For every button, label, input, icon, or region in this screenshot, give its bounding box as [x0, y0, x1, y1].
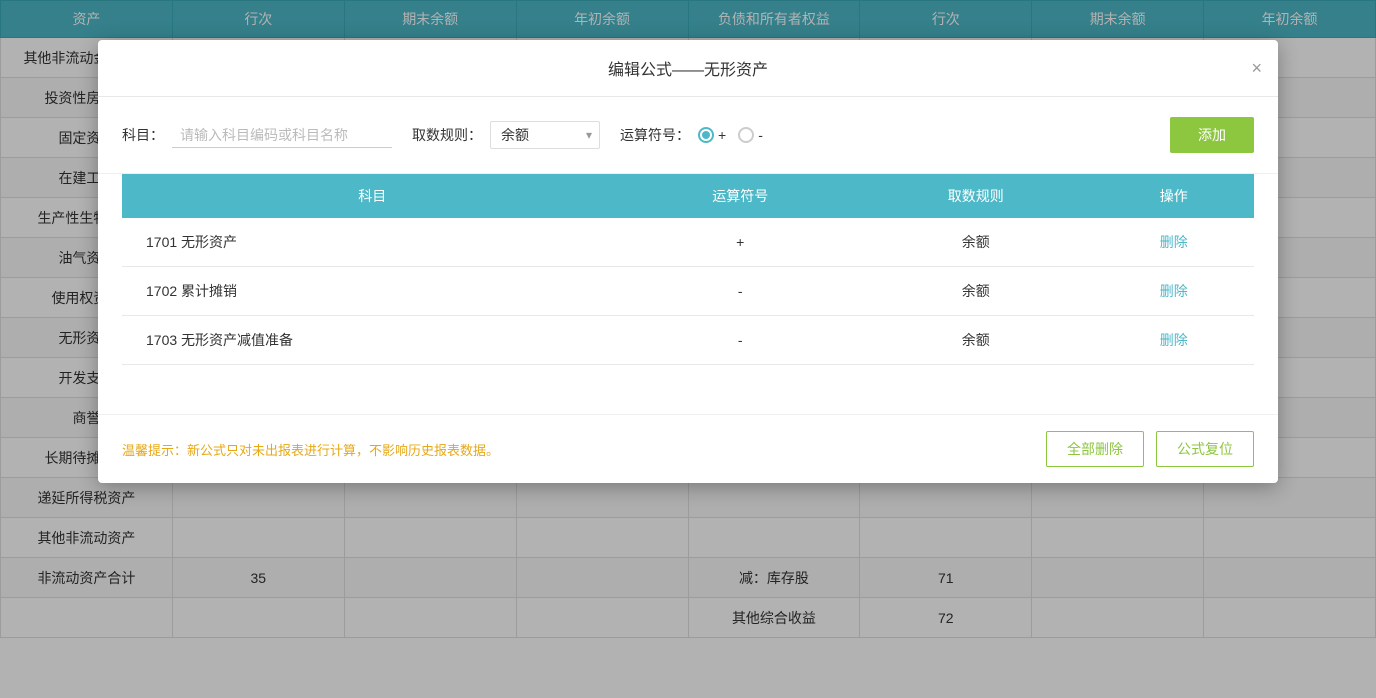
- reset-formula-button[interactable]: 公式复位: [1156, 431, 1254, 467]
- row1-operator: +: [623, 218, 858, 267]
- modal-table-container: 科目 运算符号 取数规则 操作 1701 无形资产 + 余额 删除: [98, 174, 1278, 414]
- rule-label: 取数规则：: [412, 125, 482, 145]
- operator-label: 运算符号：: [620, 125, 690, 145]
- radio-minus-circle: [738, 127, 754, 143]
- formula-row-2: 1702 累计摊销 - 余额 删除: [122, 267, 1254, 316]
- row3-operator: -: [623, 316, 858, 365]
- add-button[interactable]: 添加: [1170, 117, 1254, 153]
- row1-subject: 1701 无形资产: [122, 218, 623, 267]
- subject-label: 科目：: [122, 125, 164, 145]
- modal-dialog: 编辑公式——无形资产 × 科目： 取数规则： 余额 借方 贷方 借方发生额 贷方…: [98, 40, 1278, 483]
- modal-form: 科目： 取数规则： 余额 借方 贷方 借方发生额 贷方发生额 ▾ 运算: [98, 97, 1278, 174]
- radio-plus-circle: [698, 127, 714, 143]
- rule-group: 取数规则： 余额 借方 贷方 借方发生额 贷方发生额 ▾: [412, 121, 600, 149]
- modal-header: 编辑公式——无形资产 ×: [98, 40, 1278, 97]
- row2-operator: -: [623, 267, 858, 316]
- row2-rule: 余额: [858, 267, 1093, 316]
- modal-footer: 温馨提示：新公式只对未出报表进行计算，不影响历史报表数据。 全部删除 公式复位: [98, 414, 1278, 483]
- operator-plus-radio[interactable]: +: [698, 127, 726, 143]
- col-subject-header: 科目: [122, 174, 623, 218]
- modal-close-button[interactable]: ×: [1251, 59, 1262, 77]
- footer-buttons: 全部删除 公式复位: [1046, 431, 1254, 467]
- rule-select-wrap: 余额 借方 贷方 借方发生额 贷方发生额 ▾: [490, 121, 600, 149]
- row2-subject: 1702 累计摊销: [122, 267, 623, 316]
- col-rule-header: 取数规则: [858, 174, 1093, 218]
- operator-radio-group: + -: [698, 127, 763, 143]
- minus-label: -: [758, 127, 763, 143]
- hint-text: 温馨提示：新公式只对未出报表进行计算，不影响历史报表数据。: [122, 440, 499, 459]
- subject-group: 科目：: [122, 123, 392, 148]
- modal-title: 编辑公式——无形资产: [608, 56, 768, 80]
- row2-delete-button[interactable]: 删除: [1160, 281, 1188, 301]
- row1-delete-button[interactable]: 删除: [1160, 232, 1188, 252]
- delete-all-button[interactable]: 全部删除: [1046, 431, 1144, 467]
- row3-delete-button[interactable]: 删除: [1160, 330, 1188, 350]
- operator-minus-radio[interactable]: -: [738, 127, 763, 143]
- formula-row-1: 1701 无形资产 + 余额 删除: [122, 218, 1254, 267]
- row1-rule: 余额: [858, 218, 1093, 267]
- formula-row-3: 1703 无形资产减值准备 - 余额 删除: [122, 316, 1254, 365]
- formula-table: 科目 运算符号 取数规则 操作 1701 无形资产 + 余额 删除: [122, 174, 1254, 365]
- row3-subject: 1703 无形资产减值准备: [122, 316, 623, 365]
- rule-select[interactable]: 余额 借方 贷方 借方发生额 贷方发生额: [490, 121, 600, 149]
- col-action-header: 操作: [1093, 174, 1254, 218]
- subject-input[interactable]: [172, 123, 392, 148]
- modal-overlay: 编辑公式——无形资产 × 科目： 取数规则： 余额 借方 贷方 借方发生额 贷方…: [0, 0, 1376, 698]
- col-operator-header: 运算符号: [623, 174, 858, 218]
- row3-rule: 余额: [858, 316, 1093, 365]
- operator-group: 运算符号： + -: [620, 125, 763, 145]
- plus-label: +: [718, 127, 726, 143]
